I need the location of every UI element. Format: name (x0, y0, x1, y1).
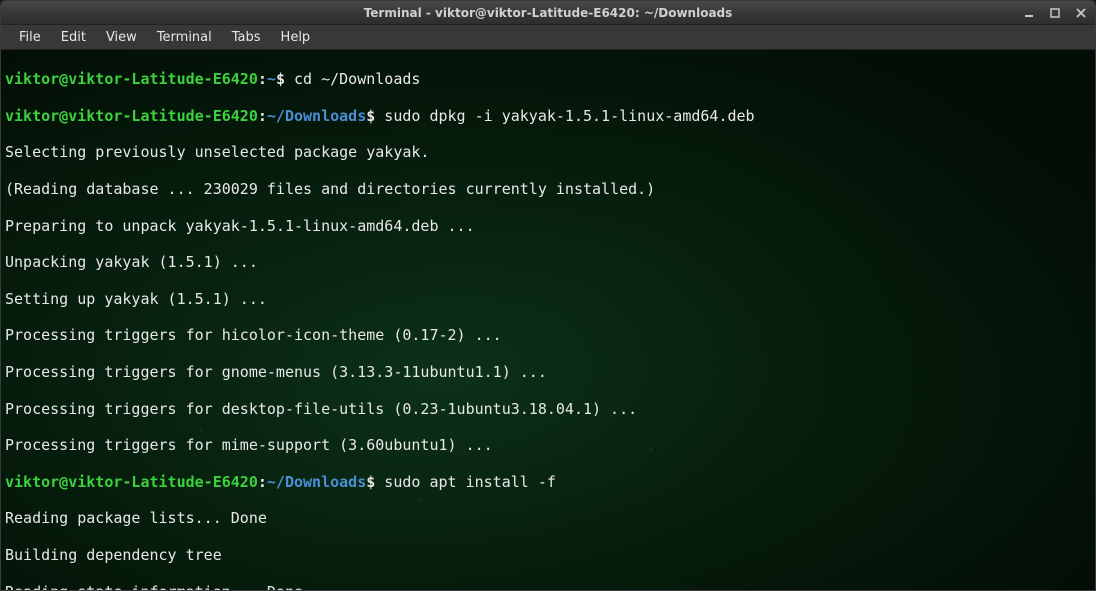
menu-terminal[interactable]: Terminal (147, 27, 222, 48)
window-title: Terminal - viktor@viktor-Latitude-E6420:… (364, 6, 733, 20)
output-line: Processing triggers for desktop-file-uti… (5, 400, 1091, 418)
output-line: Building dependency tree (5, 546, 1091, 564)
terminal-window: Terminal - viktor@viktor-Latitude-E6420:… (0, 0, 1096, 591)
command-text: sudo apt install -f (375, 473, 556, 491)
terminal-line: viktor@viktor-Latitude-E6420:~$ cd ~/Dow… (5, 70, 1091, 88)
prompt-user: viktor@viktor-Latitude-E6420 (5, 473, 258, 491)
output-line: Reading package lists... Done (5, 509, 1091, 527)
output-line: Preparing to unpack yakyak-1.5.1-linux-a… (5, 217, 1091, 235)
prompt-path: ~ (267, 70, 276, 88)
maximize-icon[interactable] (1047, 5, 1063, 21)
output-line: Selecting previously unselected package … (5, 143, 1091, 161)
prompt-colon: : (258, 70, 267, 88)
window-controls (1021, 1, 1089, 24)
menu-tabs[interactable]: Tabs (222, 27, 271, 48)
prompt-path: ~/Downloads (267, 107, 366, 125)
prompt-dollar: $ (366, 473, 375, 491)
prompt-user: viktor@viktor-Latitude-E6420 (5, 107, 258, 125)
command-text: sudo dpkg -i yakyak-1.5.1-linux-amd64.de… (375, 107, 754, 125)
output-line: Unpacking yakyak (1.5.1) ... (5, 253, 1091, 271)
prompt-path: ~/Downloads (267, 473, 366, 491)
output-line: Setting up yakyak (1.5.1) ... (5, 290, 1091, 308)
terminal-line: viktor@viktor-Latitude-E6420:~/Downloads… (5, 107, 1091, 125)
output-line: Processing triggers for gnome-menus (3.1… (5, 363, 1091, 381)
command-text: cd ~/Downloads (285, 70, 420, 88)
prompt-user: viktor@viktor-Latitude-E6420 (5, 70, 258, 88)
prompt-dollar: $ (366, 107, 375, 125)
menubar: File Edit View Terminal Tabs Help (1, 25, 1095, 50)
menu-edit[interactable]: Edit (51, 27, 96, 48)
minimize-icon[interactable] (1021, 5, 1037, 21)
output-line: Processing triggers for hicolor-icon-the… (5, 326, 1091, 344)
terminal-line: viktor@viktor-Latitude-E6420:~/Downloads… (5, 473, 1091, 491)
prompt-colon: : (258, 107, 267, 125)
terminal-output-area[interactable]: viktor@viktor-Latitude-E6420:~$ cd ~/Dow… (1, 50, 1095, 590)
close-icon[interactable] (1073, 5, 1089, 21)
menu-file[interactable]: File (9, 27, 51, 48)
output-line: Processing triggers for mime-support (3.… (5, 436, 1091, 454)
titlebar[interactable]: Terminal - viktor@viktor-Latitude-E6420:… (1, 1, 1095, 25)
menu-help[interactable]: Help (271, 27, 321, 48)
output-line: Reading state information... Done (5, 583, 1091, 590)
prompt-dollar: $ (276, 70, 285, 88)
menu-view[interactable]: View (96, 27, 147, 48)
output-line: (Reading database ... 230029 files and d… (5, 180, 1091, 198)
prompt-colon: : (258, 473, 267, 491)
